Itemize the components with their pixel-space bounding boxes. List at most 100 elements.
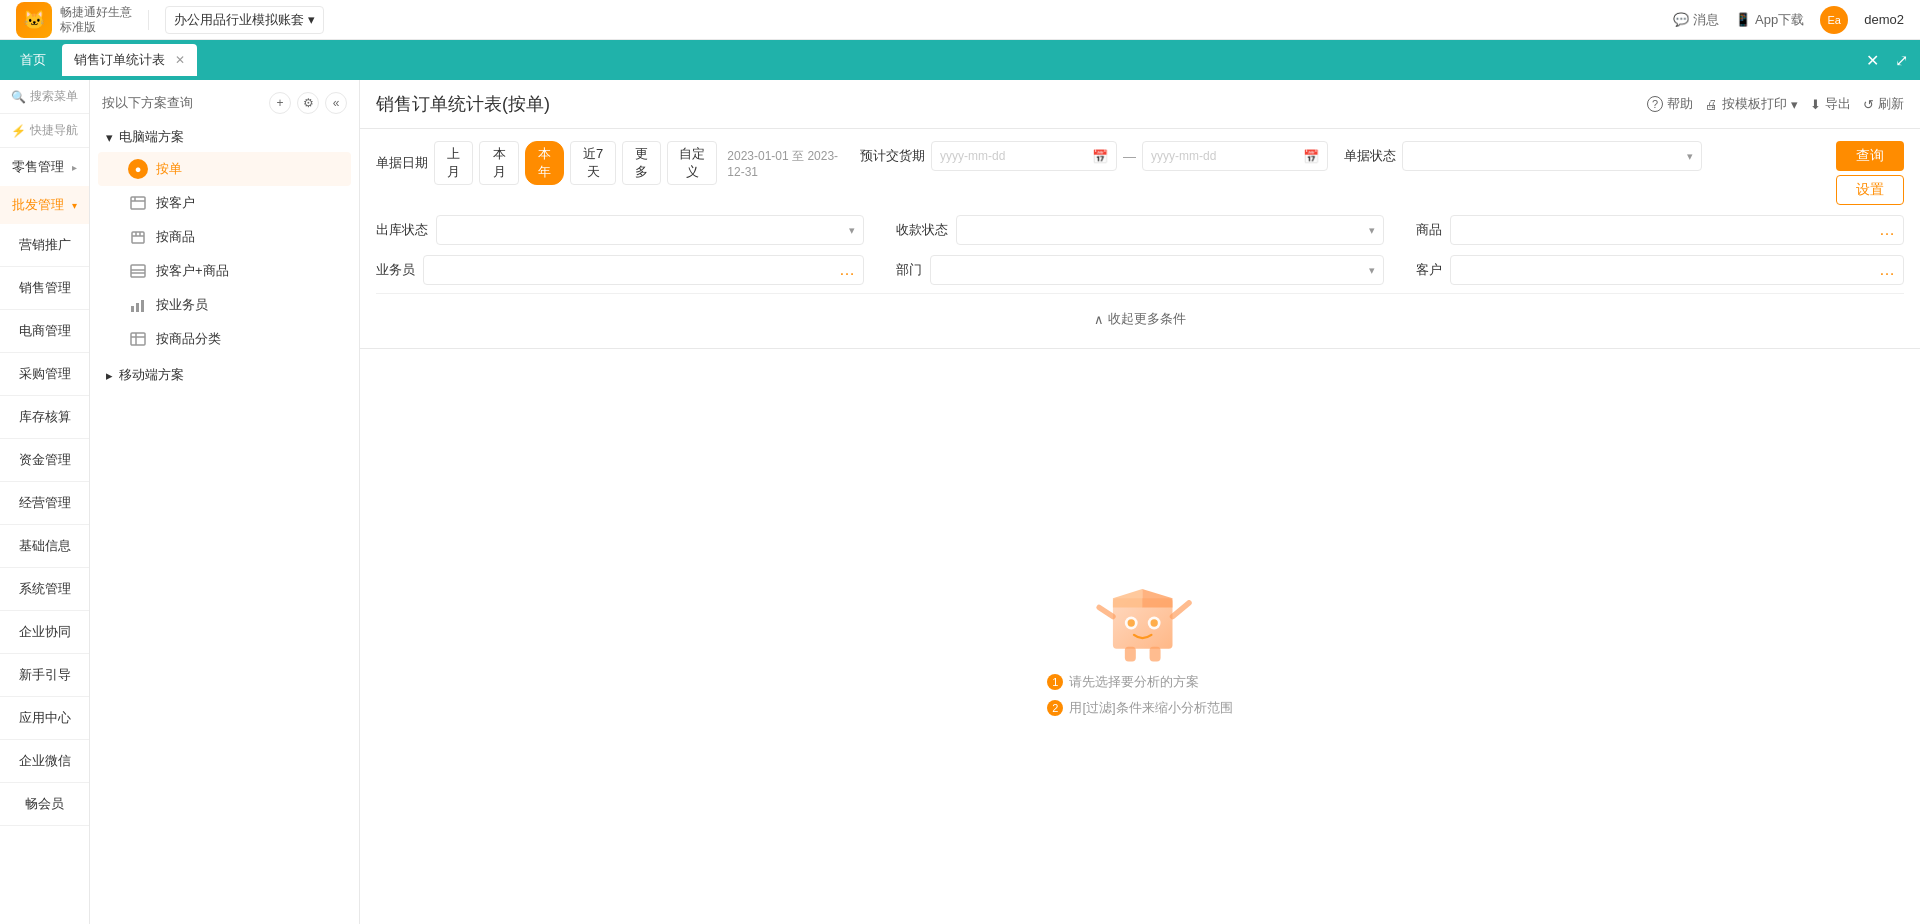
svg-rect-13 [131, 333, 145, 345]
top-bar-actions: 💬 消息 📱 App下载 Ea demo2 [1673, 6, 1904, 34]
message-action[interactable]: 💬 消息 [1673, 11, 1719, 29]
brand-area: 🐱 畅捷通好生意 标准版 办公用品行业模拟账套 ▾ [16, 2, 324, 38]
sidebar-item-enterprise[interactable]: 企业协同 [0, 611, 89, 654]
scheme-by-cust-goods[interactable]: 按客户+商品 [98, 254, 351, 288]
app-icon: 📱 [1735, 12, 1751, 27]
sidebar-item-ecommerce[interactable]: 电商管理 [0, 310, 89, 353]
sidebar-item-sales[interactable]: 销售管理 [0, 267, 89, 310]
page-title-area: 销售订单统计表(按单) ? 帮助 🖨 按模板打印 ▾ ⬇ 导出 [360, 80, 1920, 129]
scheme-settings-btn[interactable]: ⚙ [297, 92, 319, 114]
scheme-by-customer[interactable]: 按客户 [98, 186, 351, 220]
salesman-more-icon[interactable]: … [839, 261, 855, 279]
expected-date-label: 预计交货期 [860, 147, 925, 165]
company-selector[interactable]: 办公用品行业模拟账套 ▾ [165, 6, 324, 34]
sidebar-item-purchase[interactable]: 采购管理 [0, 353, 89, 396]
export-action[interactable]: ⬇ 导出 [1810, 95, 1851, 113]
payment-status-select[interactable]: ▾ [956, 215, 1384, 245]
svg-rect-10 [131, 306, 134, 312]
filter-area: 单据日期 上月 本月 本年 近7天 更多 自定义 2023-01-01 至 20… [360, 129, 1920, 349]
date-range-text: 2023-01-01 至 2023-12-31 [727, 148, 844, 179]
goods-more-icon[interactable]: … [1879, 221, 1895, 239]
sidebar-item-system[interactable]: 系统管理 [0, 568, 89, 611]
print-action[interactable]: 🖨 按模板打印 ▾ [1705, 95, 1798, 113]
salesman-input[interactable]: … [423, 255, 864, 285]
custom-date-btn[interactable]: 自定义 [667, 141, 717, 185]
dept-select[interactable]: ▾ [930, 255, 1384, 285]
empty-text: 1 请先选择要分析的方案 2 用[过滤]条件来缩小分析范围 [1047, 673, 1232, 717]
tab-minimize-btn[interactable]: ✕ [1862, 47, 1883, 74]
scheme-person-icon [128, 193, 148, 213]
date-label: 单据日期 [376, 154, 428, 172]
last-month-btn[interactable]: 上月 [434, 141, 473, 185]
sidebar-item-wholesale[interactable]: 批发管理 ▾ [0, 186, 89, 224]
print-dropdown-arrow[interactable]: ▾ [1791, 97, 1798, 112]
sidebar-item-finance[interactable]: 资金管理 [0, 439, 89, 482]
scheme-bar-icon [128, 295, 148, 315]
tip-num-2: 2 [1047, 700, 1063, 716]
sidebar-item-newbie[interactable]: 新手引导 [0, 654, 89, 697]
sidebar-item-app-center[interactable]: 应用中心 [0, 697, 89, 740]
pc-group-title[interactable]: ▾ 电脑端方案 [90, 122, 359, 152]
help-action[interactable]: ? 帮助 [1647, 95, 1693, 113]
collapse-filter-btn[interactable]: ∧ 收起更多条件 [376, 302, 1904, 336]
sidebar-item-search[interactable]: 🔍 搜索菜单 [0, 80, 89, 114]
scheme-by-goods[interactable]: 按商品 [98, 220, 351, 254]
add-scheme-btn[interactable]: + [269, 92, 291, 114]
last7-btn[interactable]: 近7天 [570, 141, 615, 185]
sidebar-item-quick-nav[interactable]: ⚡ 快捷导航 [0, 114, 89, 148]
collapse-panel-btn[interactable]: « [325, 92, 347, 114]
this-year-btn[interactable]: 本年 [525, 141, 564, 185]
mobile-group-title[interactable]: ▸ 移动端方案 [90, 360, 359, 390]
chevron-right-icon: ▸ [72, 162, 77, 173]
user-name[interactable]: demo2 [1864, 12, 1904, 27]
user-avatar[interactable]: Ea [1820, 6, 1848, 34]
warehouse-status-label: 出库状态 [376, 221, 428, 239]
mobile-scheme-group: ▸ 移动端方案 [90, 360, 359, 394]
sidebar-item-marketing[interactable]: 营销推广 [0, 224, 89, 267]
scheme-by-order[interactable]: ● 按单 [98, 152, 351, 186]
page-title: 销售订单统计表(按单) [376, 92, 550, 116]
goods-label: 商品 [1416, 221, 1442, 239]
goods-input[interactable]: … [1450, 215, 1904, 245]
customer-more-icon[interactable]: … [1879, 261, 1895, 279]
quick-nav-icon: ⚡ [11, 124, 26, 138]
query-btn[interactable]: 查询 [1836, 141, 1904, 171]
empty-tip-1: 1 请先选择要分析的方案 [1047, 673, 1232, 691]
tab-home[interactable]: 首页 [8, 44, 58, 76]
scheme-box-icon [128, 227, 148, 247]
bill-status-select[interactable]: ▾ [1402, 141, 1702, 171]
expected-date-to[interactable]: yyyy-mm-dd 📅 [1142, 141, 1328, 171]
tip-num-1: 1 [1047, 674, 1063, 690]
svg-rect-11 [136, 303, 139, 312]
sidebar-item-base[interactable]: 基础信息 [0, 525, 89, 568]
scheme-by-category[interactable]: 按商品分类 [98, 322, 351, 356]
warehouse-status-select[interactable]: ▾ [436, 215, 864, 245]
bill-status-chevron: ▾ [1687, 150, 1693, 163]
this-month-btn[interactable]: 本月 [479, 141, 518, 185]
tab-close-icon[interactable]: ✕ [175, 53, 185, 67]
top-bar: 🐱 畅捷通好生意 标准版 办公用品行业模拟账套 ▾ 💬 消息 📱 App下载 E… [0, 0, 1920, 40]
payment-chevron: ▾ [1369, 224, 1375, 237]
brand-logo: 🐱 [16, 2, 52, 38]
app-download-action[interactable]: 📱 App下载 [1735, 11, 1804, 29]
customer-input[interactable]: … [1450, 255, 1904, 285]
sidebar-item-wechat[interactable]: 企业微信 [0, 740, 89, 783]
more-date-btn[interactable]: 更多 [622, 141, 661, 185]
sidebar-item-operations[interactable]: 经营管理 [0, 482, 89, 525]
empty-state: 1 请先选择要分析的方案 2 用[过滤]条件来缩小分析范围 [1047, 557, 1232, 717]
sidebar-item-inventory[interactable]: 库存核算 [0, 396, 89, 439]
expected-date-from[interactable]: yyyy-mm-dd 📅 [931, 141, 1117, 171]
sidebar-item-retail[interactable]: 零售管理 ▸ [0, 148, 89, 186]
left-panel-actions: + ⚙ « [269, 92, 347, 114]
filter-settings-btn[interactable]: 设置 [1836, 175, 1904, 205]
settings-icon: ⚙ [303, 96, 314, 110]
customer-label: 客户 [1416, 261, 1442, 279]
scheme-by-salesman[interactable]: 按业务员 [98, 288, 351, 322]
tab-sales-stats[interactable]: 销售订单统计表 ✕ [62, 44, 197, 76]
left-panel: 按以下方案查询 + ⚙ « ▾ 电脑端方案 [90, 80, 360, 924]
refresh-action[interactable]: ↺ 刷新 [1863, 95, 1904, 113]
sidebar: 🔍 搜索菜单 ⚡ 快捷导航 零售管理 ▸ 批发管理 ▾ 营销推广 销售管理 电商… [0, 80, 90, 924]
export-icon: ⬇ [1810, 97, 1821, 112]
sidebar-item-member[interactable]: 畅会员 [0, 783, 89, 826]
tab-maximize-btn[interactable]: ⤢ [1891, 47, 1912, 74]
